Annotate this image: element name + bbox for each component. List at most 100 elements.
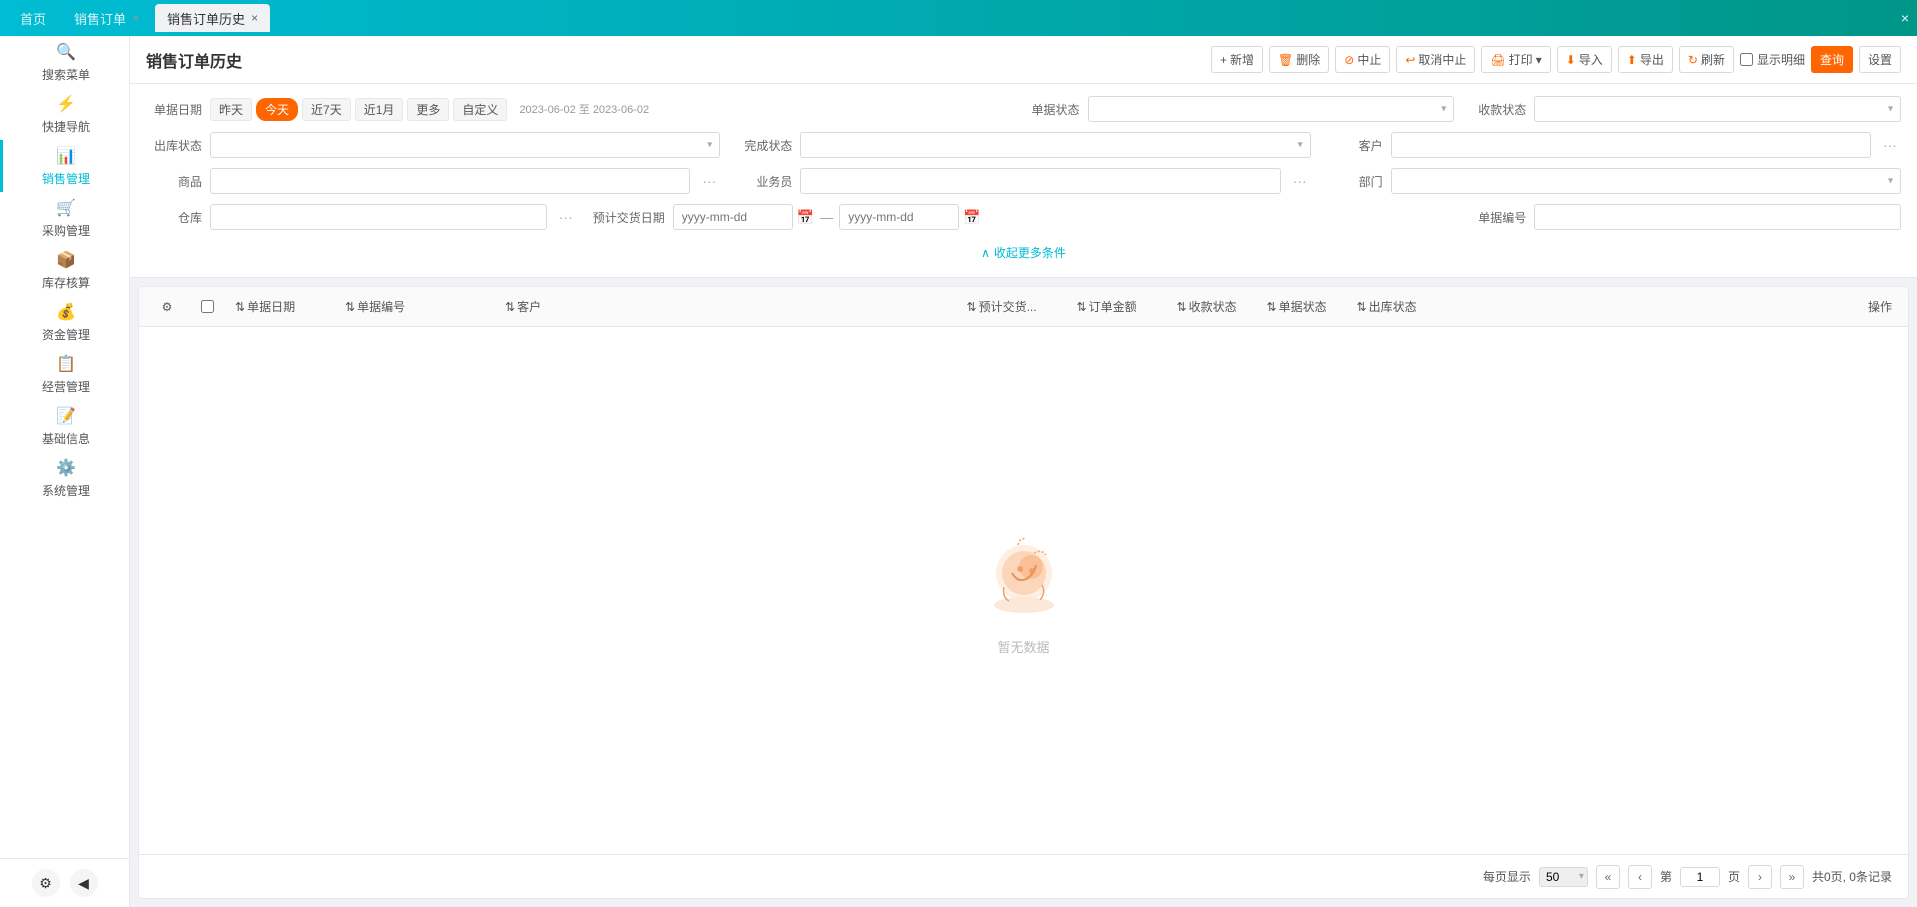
warehouse-dots-icon[interactable]: ···: [555, 209, 577, 225]
select-all-checkbox[interactable]: [201, 300, 214, 313]
export-button[interactable]: ⬆ 导出: [1618, 46, 1673, 73]
th-customer-label: 客户: [517, 298, 541, 315]
order-status-select[interactable]: [1088, 96, 1455, 122]
sidebar-item-system[interactable]: ⚙️ 系统管理: [0, 452, 129, 504]
import-button[interactable]: ⬇ 导入: [1557, 46, 1612, 73]
display-toggle-label[interactable]: 显示明细: [1740, 51, 1805, 68]
th-settings[interactable]: ⚙: [147, 300, 187, 314]
filter-row-1: 单据日期 昨天 今天 近7天 近1月 更多 自定义 2023-06-02 至 2…: [146, 96, 1901, 122]
calendar-from-icon[interactable]: 📅: [797, 209, 814, 226]
first-page-button[interactable]: «: [1596, 865, 1620, 889]
th-action-label: 操作: [1868, 298, 1892, 315]
th-customer[interactable]: ⇅ 客户: [497, 298, 959, 315]
page-word: 页: [1728, 868, 1740, 885]
pill-more[interactable]: 更多: [407, 98, 449, 121]
setting-button[interactable]: 设置: [1859, 46, 1901, 73]
sidebar-item-sales-mgmt[interactable]: 📊 销售管理: [0, 140, 129, 192]
cancel-stop-label: 取消中止: [1418, 51, 1466, 68]
tab-home[interactable]: 首页: [8, 4, 58, 32]
th-payment-label: 收款状态: [1189, 298, 1237, 315]
customer-dots-icon[interactable]: ···: [1879, 137, 1901, 153]
th-amount[interactable]: ⇅ 订单金额: [1069, 298, 1169, 315]
collapse-row[interactable]: ∧ 收起更多条件: [146, 240, 1901, 265]
order-number-input[interactable]: [1534, 204, 1901, 230]
sidebar-item-basic-info[interactable]: 📝 基础信息: [0, 400, 129, 452]
next-page-button[interactable]: ›: [1748, 865, 1772, 889]
pill-7days[interactable]: 近7天: [302, 98, 351, 121]
display-toggle-checkbox[interactable]: [1740, 53, 1753, 66]
sidebar-item-inventory[interactable]: 📦 库存核算: [0, 244, 129, 296]
warehouse-input[interactable]: [210, 204, 547, 230]
th-date[interactable]: ⇅ 单据日期: [227, 298, 337, 315]
collapse-label: 收起更多条件: [994, 244, 1066, 261]
refresh-label: 刷新: [1701, 51, 1725, 68]
sidebar-item-finance[interactable]: 💰 资金管理: [0, 296, 129, 348]
th-amount-label: 订单金额: [1089, 298, 1137, 315]
calendar-to-icon[interactable]: 📅: [963, 209, 980, 226]
sidebar-item-quick-nav[interactable]: ⚡ 快捷导航: [0, 88, 129, 140]
prev-page-button[interactable]: ‹: [1628, 865, 1652, 889]
delivery-date-from-input[interactable]: [673, 204, 793, 230]
sidebar-item-purchase-mgmt-label: 采购管理: [42, 222, 90, 239]
tab-sales-order[interactable]: 销售订单 ×: [62, 4, 151, 32]
th-checkbox[interactable]: [187, 300, 227, 313]
pill-custom[interactable]: 自定义: [453, 98, 507, 121]
th-status-sort-icon: ⇅: [1267, 300, 1277, 314]
empty-text: 暂无数据: [997, 637, 1049, 656]
date-label: 单据日期: [146, 101, 202, 118]
page-number-input[interactable]: [1680, 867, 1720, 887]
warehouse-status-select[interactable]: [210, 132, 720, 158]
tab-sales-order-history-label: 销售订单历史: [167, 9, 245, 28]
th-customer-sort-icon: ⇅: [505, 300, 515, 314]
filter-complete-status: 完成状态 ▾: [736, 132, 1310, 158]
th-warehouse-status[interactable]: ⇅ 出库状态: [1349, 298, 1439, 315]
pill-1month[interactable]: 近1月: [355, 98, 404, 121]
pill-today[interactable]: 今天: [256, 98, 298, 121]
sidebar: 🔍 搜索菜单 ⚡ 快捷导航 📊 销售管理 🛒 采购管理 📦 库存核算 💰 资金管…: [0, 36, 130, 907]
stop-button[interactable]: ⊘ 中止: [1335, 46, 1390, 73]
salesman-dots-icon[interactable]: ···: [1289, 173, 1311, 189]
page-size-select[interactable]: 50 10 20 100: [1539, 867, 1588, 887]
date-pills: 昨天 今天 近7天 近1月 更多 自定义 2023-06-02 至 2023-0…: [210, 98, 649, 121]
filter-order-number: 单据编号: [1470, 204, 1901, 230]
th-number[interactable]: ⇅ 单据编号: [337, 298, 497, 315]
th-delivery[interactable]: ⇅ 预计交货...: [959, 298, 1069, 315]
quick-nav-icon: ⚡: [56, 94, 76, 114]
sidebar-settings-icon[interactable]: ⚙: [32, 869, 60, 897]
department-select[interactable]: [1391, 168, 1901, 194]
cancel-stop-button[interactable]: ↩ 取消中止: [1396, 46, 1475, 73]
print-button[interactable]: 🖨 打印 ▾: [1481, 46, 1550, 73]
filter-customer: 客户 ···: [1327, 132, 1901, 158]
inventory-icon: 📦: [56, 250, 76, 270]
sidebar-item-inventory-label: 库存核算: [42, 274, 90, 291]
complete-status-select[interactable]: [800, 132, 1310, 158]
customer-input[interactable]: [1391, 132, 1871, 158]
th-payment-status[interactable]: ⇅ 收款状态: [1169, 298, 1259, 315]
total-text: 共0页, 0条记录: [1812, 868, 1892, 885]
th-status-label: 单据状态: [1279, 298, 1327, 315]
last-page-button[interactable]: »: [1780, 865, 1804, 889]
delivery-date-to-input[interactable]: [839, 204, 959, 230]
product-input[interactable]: [210, 168, 690, 194]
sidebar-item-sales-mgmt-label: 销售管理: [42, 170, 90, 187]
th-order-status[interactable]: ⇅ 单据状态: [1259, 298, 1349, 315]
prev-page-icon: ‹: [1638, 870, 1642, 884]
payment-status-select[interactable]: [1534, 96, 1901, 122]
delete-button[interactable]: 🗑 删除: [1269, 46, 1329, 73]
sidebar-item-purchase-mgmt[interactable]: 🛒 采购管理: [0, 192, 129, 244]
tab-sales-order-close[interactable]: ×: [132, 11, 139, 25]
sidebar-collapse-icon[interactable]: ◀: [70, 869, 98, 897]
sidebar-item-search-menu[interactable]: 🔍 搜索菜单: [0, 36, 129, 88]
sidebar-item-operations[interactable]: 📋 经营管理: [0, 348, 129, 400]
pill-yesterday[interactable]: 昨天: [210, 98, 252, 121]
tab-sales-order-history-close[interactable]: ×: [251, 11, 258, 25]
salesman-input[interactable]: [800, 168, 1280, 194]
refresh-button[interactable]: ↻ 刷新: [1679, 46, 1734, 73]
tab-sales-order-history[interactable]: 销售订单历史 ×: [155, 4, 270, 32]
product-dots-icon[interactable]: ···: [698, 173, 720, 189]
query-button[interactable]: 查询: [1811, 46, 1853, 73]
close-all-tabs[interactable]: ×: [1901, 10, 1909, 26]
filter-salesman: 业务员 ···: [736, 168, 1310, 194]
new-label: 新增: [1230, 51, 1254, 68]
new-button[interactable]: + 新增: [1211, 46, 1263, 73]
